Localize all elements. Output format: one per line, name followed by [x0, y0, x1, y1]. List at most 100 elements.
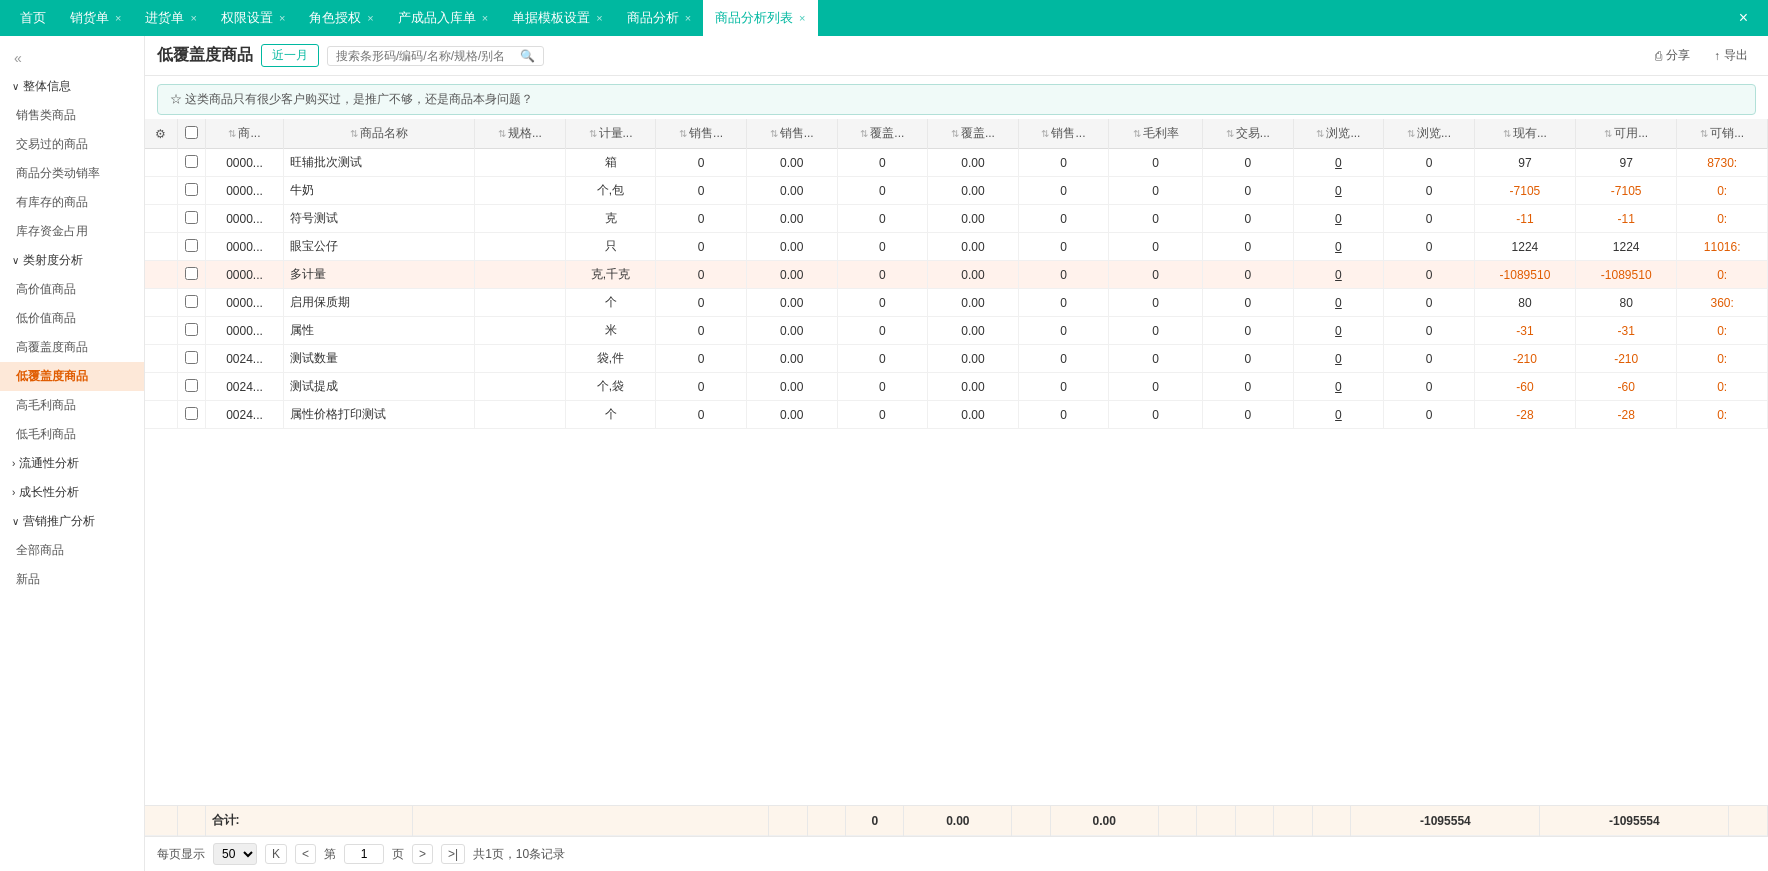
sidebar-item-sales-products[interactable]: 销售类商品: [0, 101, 144, 130]
last-page-button[interactable]: >|: [441, 844, 465, 864]
row-browse1[interactable]: 0: [1293, 289, 1384, 317]
nav-close-icon[interactable]: ×: [190, 12, 196, 24]
col-sales2[interactable]: ⇅销售...: [746, 119, 837, 149]
row-checkbox[interactable]: [177, 233, 205, 261]
nav-close-active-icon[interactable]: ×: [799, 12, 805, 24]
sidebar-group-growth[interactable]: › 成长性分析: [0, 478, 144, 507]
row-select-checkbox[interactable]: [185, 155, 198, 168]
col-cover1[interactable]: ⇅覆盖...: [837, 119, 928, 149]
sidebar-item-low-value[interactable]: 低价值商品: [0, 304, 144, 333]
col-code[interactable]: ⇅商...: [205, 119, 284, 149]
col-stock3[interactable]: ⇅可销...: [1677, 119, 1768, 149]
sidebar-group-category-analysis[interactable]: ∨ 类射度分析: [0, 246, 144, 275]
page-number-input[interactable]: [344, 844, 384, 864]
export-button[interactable]: ↑ 导出: [1706, 45, 1756, 66]
row-browse1[interactable]: 0: [1293, 177, 1384, 205]
row-select-checkbox[interactable]: [185, 295, 198, 308]
row-browse1[interactable]: 0: [1293, 205, 1384, 233]
row-select-checkbox[interactable]: [185, 351, 198, 364]
sidebar-item-category-sales-rate[interactable]: 商品分类动销率: [0, 159, 144, 188]
nav-template-settings[interactable]: 单据模板设置 ×: [500, 0, 614, 36]
next-page-button[interactable]: >: [412, 844, 433, 864]
row-trans: 0: [1203, 317, 1294, 345]
row-browse1[interactable]: 0: [1293, 373, 1384, 401]
sidebar-collapse-button[interactable]: «: [8, 48, 28, 68]
row-checkbox[interactable]: [177, 289, 205, 317]
sidebar-item-high-margin[interactable]: 高毛利商品: [0, 391, 144, 420]
row-checkbox[interactable]: [177, 149, 205, 177]
sidebar-item-high-coverage[interactable]: 高覆盖度商品: [0, 333, 144, 362]
col-trans[interactable]: ⇅交易...: [1203, 119, 1294, 149]
row-select-checkbox[interactable]: [185, 407, 198, 420]
sidebar-item-high-value[interactable]: 高价值商品: [0, 275, 144, 304]
nav-close-icon[interactable]: ×: [367, 12, 373, 24]
window-close-button[interactable]: ×: [1727, 9, 1760, 27]
sidebar-item-all-products[interactable]: 全部商品: [0, 536, 144, 565]
sidebar-group-overview[interactable]: ∨ 整体信息: [0, 72, 144, 101]
row-browse1[interactable]: 0: [1293, 261, 1384, 289]
col-browse1[interactable]: ⇅浏览...: [1293, 119, 1384, 149]
row-browse1[interactable]: 0: [1293, 149, 1384, 177]
row-select-checkbox[interactable]: [185, 323, 198, 336]
sidebar-item-low-coverage[interactable]: 低覆盖度商品: [0, 362, 144, 391]
col-stock2[interactable]: ⇅可用...: [1576, 119, 1677, 149]
row-select-checkbox[interactable]: [185, 267, 198, 280]
share-button[interactable]: ⎙ 分享: [1647, 45, 1698, 66]
nav-sales-order[interactable]: 销货单 ×: [58, 0, 133, 36]
col-sales3[interactable]: ⇅销售...: [1018, 119, 1109, 149]
col-spec[interactable]: ⇅规格...: [475, 119, 566, 149]
row-checkbox[interactable]: [177, 177, 205, 205]
col-name[interactable]: ⇅商品名称: [284, 119, 475, 149]
col-cover2[interactable]: ⇅覆盖...: [928, 119, 1019, 149]
row-select-checkbox[interactable]: [185, 183, 198, 196]
row-checkbox[interactable]: [177, 345, 205, 373]
select-all-checkbox[interactable]: [185, 126, 198, 139]
row-checkbox[interactable]: [177, 205, 205, 233]
nav-product-analysis[interactable]: 商品分析 ×: [615, 0, 703, 36]
search-icon[interactable]: 🔍: [520, 49, 535, 63]
prev-page-button[interactable]: <: [295, 844, 316, 864]
sidebar-item-capital-usage[interactable]: 库存资金占用: [0, 217, 144, 246]
sidebar-item-low-margin[interactable]: 低毛利商品: [0, 420, 144, 449]
row-browse1[interactable]: 0: [1293, 233, 1384, 261]
nav-product-analysis-list[interactable]: 商品分析列表 ×: [703, 0, 817, 36]
sidebar-group-circulation[interactable]: › 流通性分析: [0, 449, 144, 478]
sidebar-item-in-stock-products[interactable]: 有库存的商品: [0, 188, 144, 217]
row-browse1[interactable]: 0: [1293, 401, 1384, 429]
col-unit[interactable]: ⇅计量...: [565, 119, 656, 149]
per-page-select[interactable]: 50: [213, 843, 257, 865]
nav-home[interactable]: 首页: [8, 0, 58, 36]
row-select-checkbox[interactable]: [185, 211, 198, 224]
nav-close-icon[interactable]: ×: [596, 12, 602, 24]
col-stock1[interactable]: ⇅现有...: [1474, 119, 1575, 149]
row-select-checkbox[interactable]: [185, 379, 198, 392]
nav-close-icon[interactable]: ×: [482, 12, 488, 24]
first-page-button[interactable]: K: [265, 844, 287, 864]
col-checkbox[interactable]: [177, 119, 205, 149]
col-sales1[interactable]: ⇅销售...: [656, 119, 747, 149]
sidebar-group-marketing[interactable]: ∨ 营销推广分析: [0, 507, 144, 536]
row-checkbox[interactable]: [177, 373, 205, 401]
col-settings[interactable]: ⚙: [145, 119, 177, 149]
time-filter-button[interactable]: 近一月: [261, 44, 319, 67]
page-label: 第: [324, 846, 336, 863]
row-select-checkbox[interactable]: [185, 239, 198, 252]
row-browse1[interactable]: 0: [1293, 317, 1384, 345]
row-checkbox[interactable]: [177, 401, 205, 429]
search-input[interactable]: [336, 49, 516, 63]
row-checkbox[interactable]: [177, 261, 205, 289]
row-cover1: 0: [837, 205, 928, 233]
nav-product-inbound[interactable]: 产成品入库单 ×: [386, 0, 500, 36]
col-margin[interactable]: ⇅毛利率: [1109, 119, 1203, 149]
row-checkbox[interactable]: [177, 317, 205, 345]
sidebar-item-traded-products[interactable]: 交易过的商品: [0, 130, 144, 159]
nav-purchase-order[interactable]: 进货单 ×: [133, 0, 208, 36]
sidebar-item-new-products[interactable]: 新品: [0, 565, 144, 594]
nav-close-icon[interactable]: ×: [685, 12, 691, 24]
nav-close-icon[interactable]: ×: [279, 12, 285, 24]
nav-role-auth[interactable]: 角色授权 ×: [297, 0, 385, 36]
nav-permission-settings[interactable]: 权限设置 ×: [209, 0, 297, 36]
col-browse2[interactable]: ⇅浏览...: [1384, 119, 1475, 149]
row-browse1[interactable]: 0: [1293, 345, 1384, 373]
nav-close-icon[interactable]: ×: [115, 12, 121, 24]
